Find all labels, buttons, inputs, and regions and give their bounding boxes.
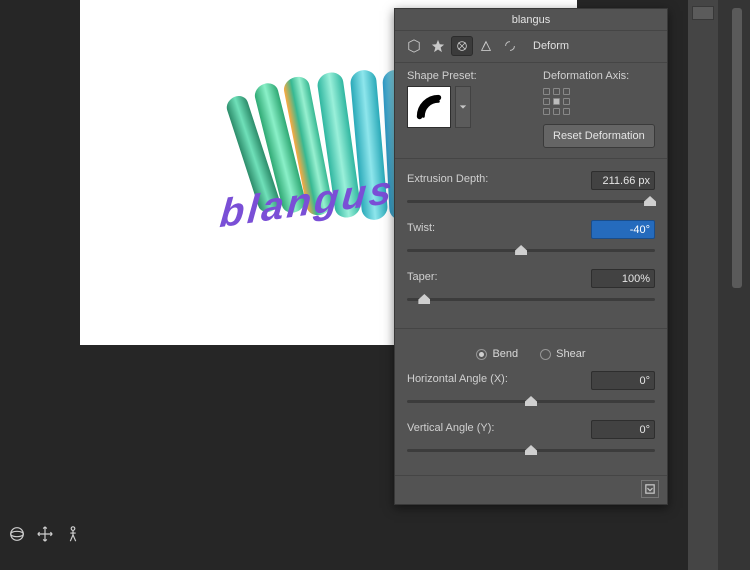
shape-preset-label: Shape Preset: xyxy=(407,70,519,82)
tab-deform-icon[interactable] xyxy=(451,36,473,56)
tab-cap-icon[interactable] xyxy=(475,36,497,56)
shear-radio[interactable]: Shear xyxy=(540,348,585,360)
taper-slider[interactable] xyxy=(407,294,655,306)
tool-icons xyxy=(8,525,82,548)
properties-panel: blangus Deform Shape Preset: D xyxy=(394,8,668,505)
bend-radio[interactable]: Bend xyxy=(476,348,518,360)
deformation-axis-label: Deformation Axis: xyxy=(543,70,655,82)
tab-material-icon[interactable] xyxy=(427,36,449,56)
reset-deformation-button[interactable]: Reset Deformation xyxy=(543,124,655,148)
panel-tab-row: Deform xyxy=(395,31,667,63)
vertical-angle-value[interactable] xyxy=(591,420,655,439)
extrusion-depth-slider[interactable] xyxy=(407,196,655,208)
tab-environment-icon[interactable] xyxy=(499,36,521,56)
walk-icon[interactable] xyxy=(64,525,82,548)
horizontal-angle-value[interactable] xyxy=(591,371,655,390)
pan-icon[interactable] xyxy=(36,525,54,548)
shear-radio-label: Shear xyxy=(556,348,585,360)
extrusion-depth-value[interactable] xyxy=(591,171,655,190)
tab-mesh-icon[interactable] xyxy=(403,36,425,56)
shape-preset-thumb[interactable] xyxy=(407,86,451,128)
horizontal-angle-label: Horizontal Angle (X): xyxy=(407,373,508,385)
twist-label: Twist: xyxy=(407,222,435,234)
panel-title: blangus xyxy=(395,9,667,31)
orbit-icon[interactable] xyxy=(8,525,26,548)
collapsed-panel-icon[interactable] xyxy=(692,6,714,20)
deformation-axis-grid[interactable] xyxy=(543,88,571,116)
twist-value[interactable] xyxy=(591,220,655,239)
vertical-angle-slider[interactable] xyxy=(407,445,655,457)
horizontal-angle-slider[interactable] xyxy=(407,396,655,408)
vertical-angle-label: Vertical Angle (Y): xyxy=(407,422,494,434)
extrusion-depth-label: Extrusion Depth: xyxy=(407,173,488,185)
taper-value[interactable] xyxy=(591,269,655,288)
twist-slider[interactable] xyxy=(407,245,655,257)
right-scrollbar[interactable] xyxy=(718,0,750,570)
shape-preset-dropdown[interactable] xyxy=(455,86,471,128)
tab-label: Deform xyxy=(533,40,569,52)
bend-radio-label: Bend xyxy=(492,348,518,360)
right-panel-strip xyxy=(688,0,718,570)
panel-menu-icon[interactable] xyxy=(641,480,659,498)
taper-label: Taper: xyxy=(407,271,438,283)
